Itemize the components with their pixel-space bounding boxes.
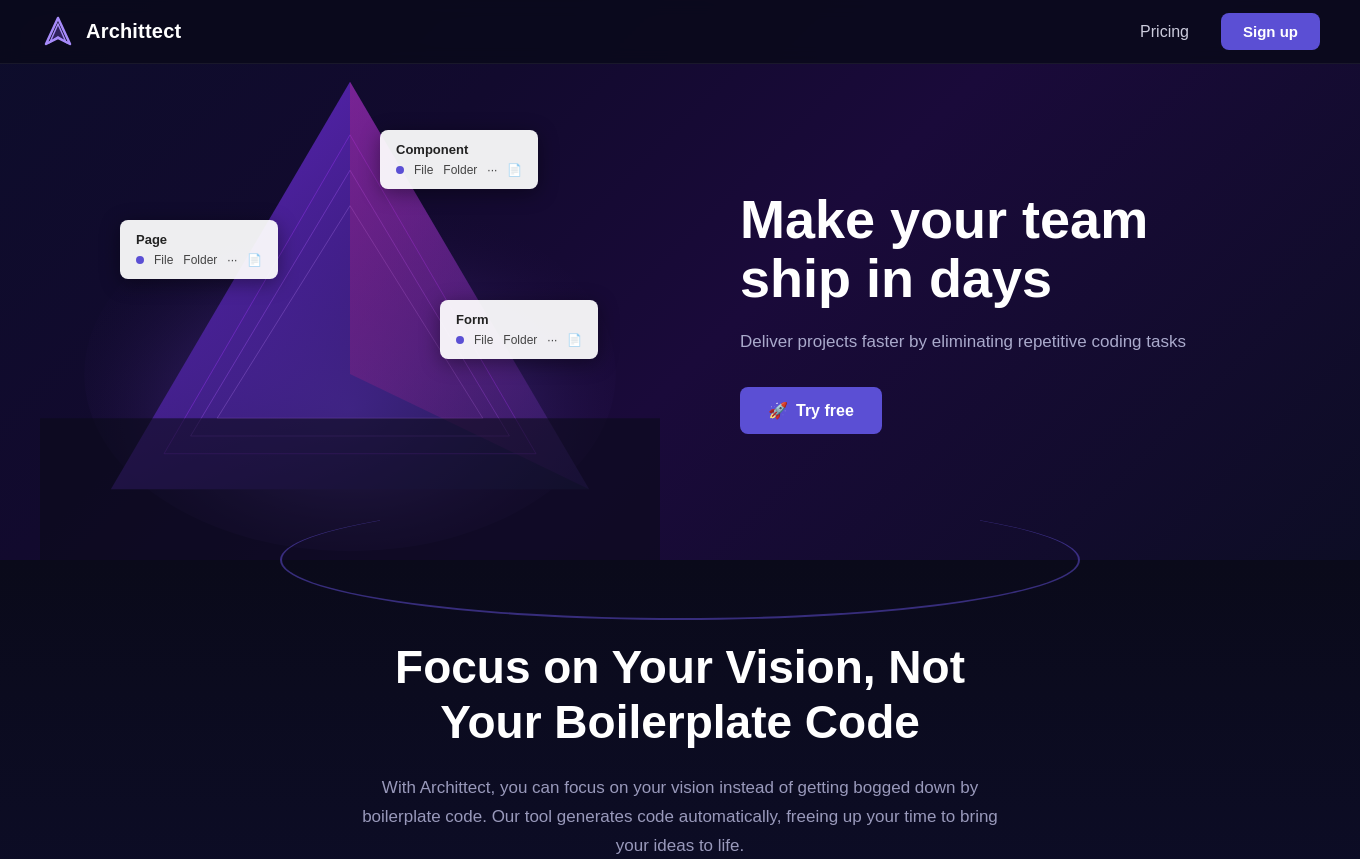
form-dot xyxy=(456,336,464,344)
try-free-button[interactable]: 🚀 Try free xyxy=(740,387,882,434)
page-card-title: Page xyxy=(136,232,262,247)
component-more: ··· xyxy=(487,163,497,177)
form-file-label: File xyxy=(474,333,493,347)
hero-subtitle: Deliver projects faster by eliminating r… xyxy=(740,328,1186,355)
form-folder-label: Folder xyxy=(503,333,537,347)
component-card-title: Component xyxy=(396,142,522,157)
page-folder-label: Folder xyxy=(183,253,217,267)
hero-title-line1: Make your team xyxy=(740,189,1148,249)
hero-section: Component File Folder ··· 📄 Page File Fo… xyxy=(0,0,1360,560)
focus-body: With Archittect, you can focus on your v… xyxy=(360,774,1000,859)
component-file-label: File xyxy=(414,163,433,177)
pricing-link[interactable]: Pricing xyxy=(1140,23,1189,41)
nav-right: Pricing Sign up xyxy=(1140,13,1320,50)
navbar: Archittect Pricing Sign up xyxy=(0,0,1360,64)
nav-brand: Archittect xyxy=(86,20,181,43)
page-file-icon: 📄 xyxy=(247,253,262,267)
rocket-icon: 🚀 xyxy=(768,401,788,420)
focus-section: Focus on Your Vision, Not Your Boilerpla… xyxy=(0,560,1360,859)
nav-logo[interactable]: Archittect xyxy=(40,14,181,50)
hero-title: Make your team ship in days xyxy=(740,190,1186,309)
form-more: ··· xyxy=(547,333,557,347)
form-card-title: Form xyxy=(456,312,582,327)
signup-button[interactable]: Sign up xyxy=(1221,13,1320,50)
try-free-label: Try free xyxy=(796,402,854,420)
component-card: Component File Folder ··· 📄 xyxy=(380,130,538,189)
form-card-row: File Folder ··· 📄 xyxy=(456,333,582,347)
component-card-row: File Folder ··· 📄 xyxy=(396,163,522,177)
svg-rect-6 xyxy=(40,418,660,560)
focus-title: Focus on Your Vision, Not Your Boilerpla… xyxy=(40,640,1320,750)
page-more: ··· xyxy=(227,253,237,267)
page-dot xyxy=(136,256,144,264)
hero-title-line2: ship in days xyxy=(740,248,1052,308)
focus-title-line1: Focus on Your Vision, Not xyxy=(395,641,965,693)
page-card: Page File Folder ··· 📄 xyxy=(120,220,278,279)
component-folder-label: Folder xyxy=(443,163,477,177)
form-card: Form File Folder ··· 📄 xyxy=(440,300,598,359)
page-file-label: File xyxy=(154,253,173,267)
hero-content: Make your team ship in days Deliver proj… xyxy=(720,150,1206,475)
focus-title-line2: Your Boilerplate Code xyxy=(440,696,920,748)
page-card-row: File Folder ··· 📄 xyxy=(136,253,262,267)
logo-icon xyxy=(40,14,76,50)
component-dot xyxy=(396,166,404,174)
form-file-icon: 📄 xyxy=(567,333,582,347)
component-file-icon: 📄 xyxy=(507,163,522,177)
